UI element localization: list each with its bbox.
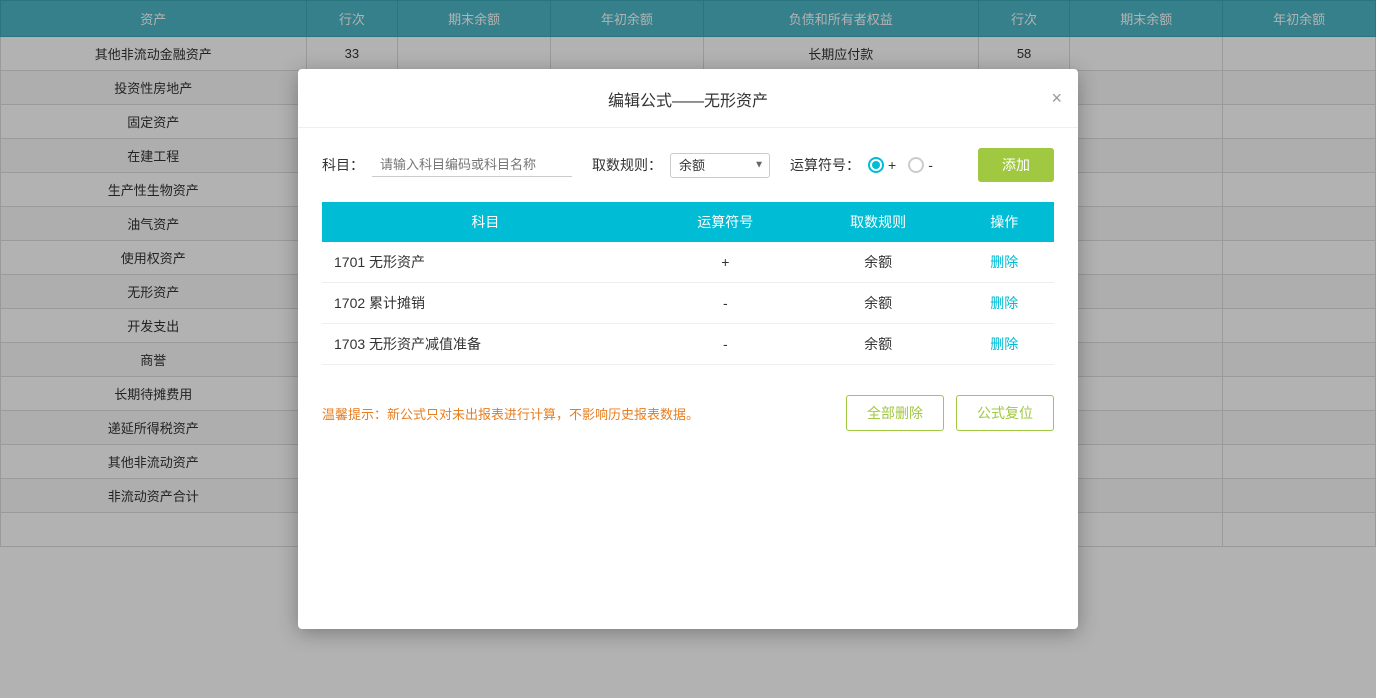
reset-formula-button[interactable]: 公式复位 (956, 395, 1054, 431)
formula-table: 科目运算符号取数规则操作 1701 无形资产+余额删除1702 累计摊销-余额删… (322, 202, 1054, 365)
formula-table-header: 科目运算符号取数规则操作 (322, 202, 1054, 242)
operator-plus-radio[interactable]: + (868, 157, 896, 173)
formula-action-cell: 删除 (955, 242, 1054, 283)
formula-operator-cell: - (649, 283, 802, 324)
formula-subject-cell: 1702 累计摊销 (322, 283, 649, 324)
formula-row: 1703 无形资产减值准备-余额 删除 (322, 324, 1054, 365)
formula-row: 1701 无形资产+余额 删除 (322, 242, 1054, 283)
close-icon[interactable]: × (1051, 89, 1062, 107)
formula-action-cell: 删除 (955, 283, 1054, 324)
data-table-container: 科目运算符号取数规则操作 1701 无形资产+余额删除1702 累计摊销-余额删… (322, 202, 1054, 365)
formula-column-header: 科目 (322, 202, 649, 242)
formula-operator-cell: + (649, 242, 802, 283)
footer-tip: 温馨提示：新公式只对未出报表进行计算，不影响历史报表数据。 (322, 404, 699, 423)
formula-rule-cell: 余额 (802, 283, 955, 324)
formula-action-cell: 删除 (955, 324, 1054, 365)
footer-tip-text: 温馨提示：新公式只对未出报表进行计算，不影响历史报表数据。 (322, 407, 699, 422)
form-row: 科目： 取数规则： 余额 借方发生额 贷方发生额 运算符号： (298, 128, 1078, 202)
rule-field-group: 取数规则： 余额 借方发生额 贷方发生额 (592, 153, 770, 178)
formula-column-header: 取数规则 (802, 202, 955, 242)
add-button[interactable]: 添加 (978, 148, 1054, 182)
modal-footer: 温馨提示：新公式只对未出报表进行计算，不影响历史报表数据。 全部删除 公式复位 (298, 375, 1078, 441)
modal-dialog: 编辑公式——无形资产 × 科目： 取数规则： 余额 借方发生额 贷方发生额 (298, 69, 1078, 629)
rule-label: 取数规则： (592, 155, 662, 175)
minus-radio-circle (908, 157, 924, 173)
operator-radio-group: + - (868, 157, 933, 173)
delete-row-button[interactable]: 删除 (990, 334, 1018, 354)
operator-field-group: 运算符号： + - (790, 155, 933, 175)
formula-column-header: 运算符号 (649, 202, 802, 242)
modal-overlay: 编辑公式——无形资产 × 科目： 取数规则： 余额 借方发生额 贷方发生额 (0, 0, 1376, 698)
modal-title: 编辑公式——无形资产 (608, 87, 768, 111)
subject-label: 科目： (322, 155, 364, 175)
subject-field-group: 科目： (322, 153, 572, 177)
formula-table-body: 1701 无形资产+余额删除1702 累计摊销-余额删除1703 无形资产减值准… (322, 242, 1054, 365)
modal-header: 编辑公式——无形资产 × (298, 69, 1078, 128)
delete-row-button[interactable]: 删除 (990, 252, 1018, 272)
rule-select-wrapper: 余额 借方发生额 贷方发生额 (670, 153, 770, 178)
formula-rule-cell: 余额 (802, 242, 955, 283)
operator-minus-radio[interactable]: - (908, 157, 933, 173)
plus-radio-circle (868, 157, 884, 173)
delete-row-button[interactable]: 删除 (990, 293, 1018, 313)
formula-subject-cell: 1701 无形资产 (322, 242, 649, 283)
delete-all-button[interactable]: 全部删除 (846, 395, 944, 431)
plus-radio-label: + (888, 157, 896, 173)
operator-label: 运算符号： (790, 155, 860, 175)
subject-input[interactable] (372, 153, 572, 177)
rule-select[interactable]: 余额 借方发生额 贷方发生额 (670, 153, 770, 178)
formula-row: 1702 累计摊销-余额 删除 (322, 283, 1054, 324)
formula-rule-cell: 余额 (802, 324, 955, 365)
footer-buttons: 全部删除 公式复位 (846, 395, 1054, 431)
formula-operator-cell: - (649, 324, 802, 365)
formula-column-header: 操作 (955, 202, 1054, 242)
minus-radio-label: - (928, 157, 933, 173)
formula-subject-cell: 1703 无形资产减值准备 (322, 324, 649, 365)
